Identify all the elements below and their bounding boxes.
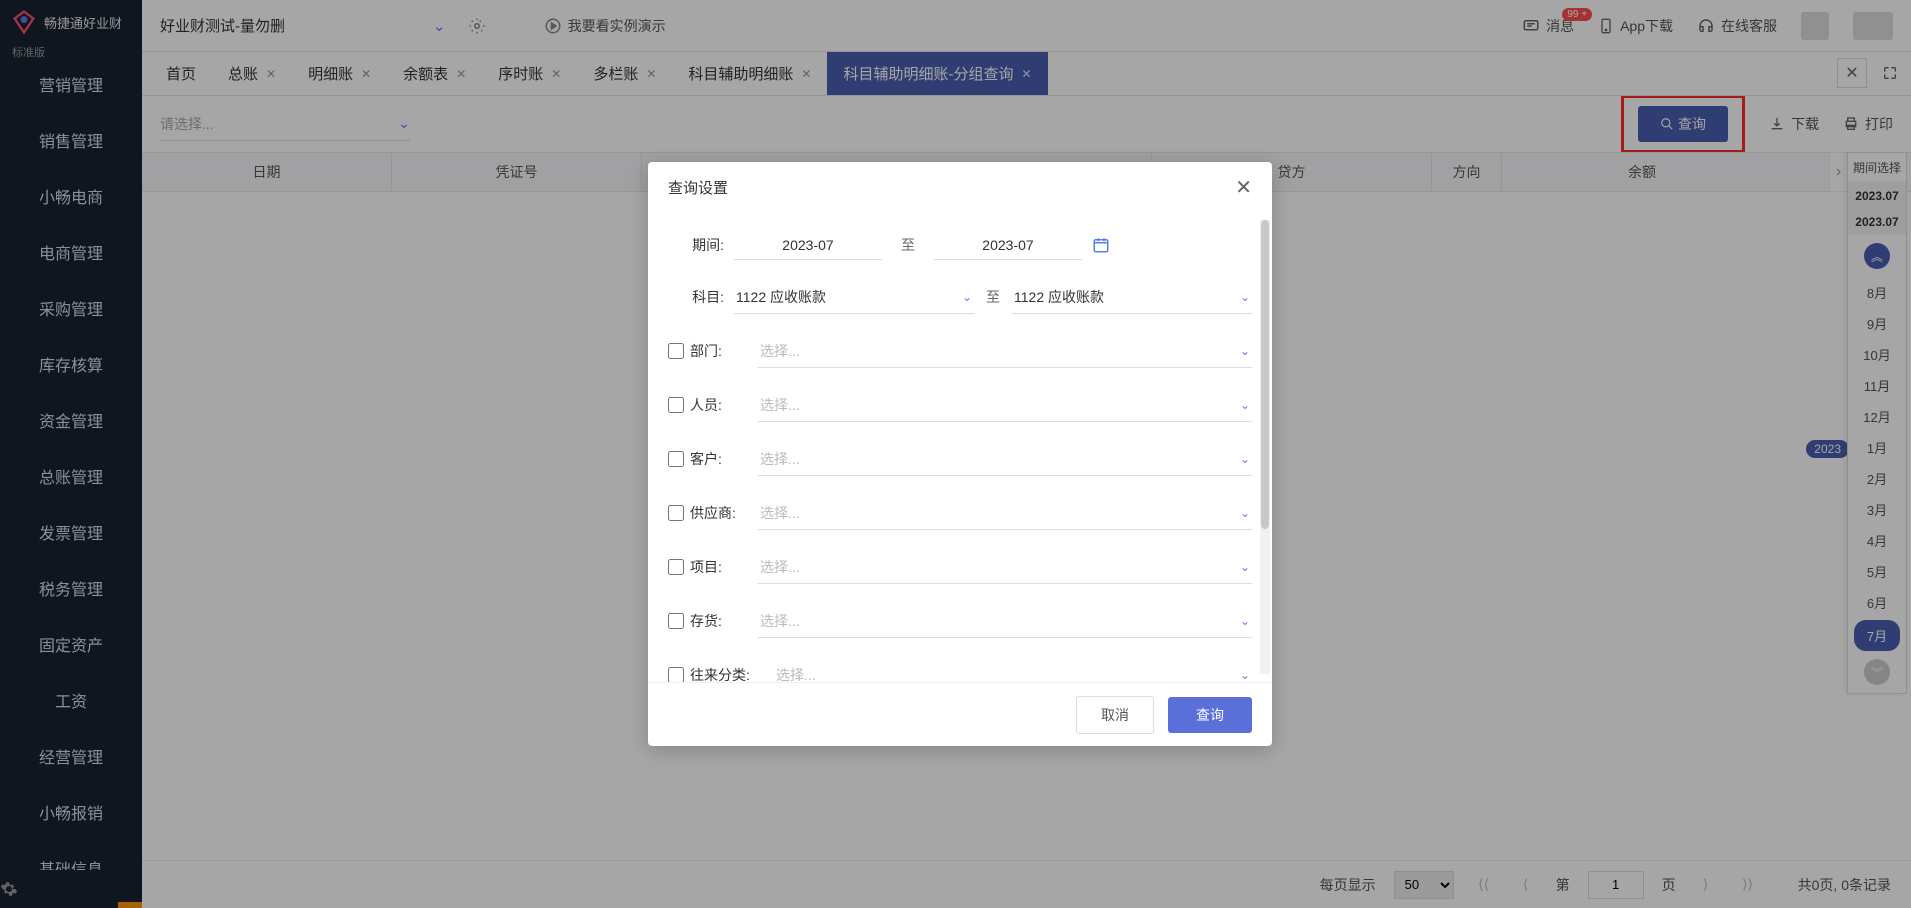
- staff-label[interactable]: 人员:: [668, 395, 748, 415]
- supplier-label[interactable]: 供应商:: [668, 503, 748, 523]
- chevron-down-icon: ⌄: [1240, 398, 1250, 412]
- supplier-select[interactable]: 选择...⌄: [758, 496, 1252, 530]
- filter-row-inventory: 存货: 选择...⌄: [668, 594, 1252, 648]
- chevron-down-icon: ⌄: [1240, 614, 1250, 628]
- subject-label: 科目:: [668, 287, 724, 307]
- subject-to-select[interactable]: 1122 应收账款 ⌄: [1012, 280, 1252, 314]
- modal-title: 查询设置: [668, 177, 728, 198]
- filter-row-department: 部门: 选择...⌄: [668, 324, 1252, 378]
- period-label: 期间:: [668, 235, 724, 255]
- inventory-checkbox[interactable]: [668, 613, 684, 629]
- staff-select[interactable]: 选择...⌄: [758, 388, 1252, 422]
- supplier-checkbox[interactable]: [668, 505, 684, 521]
- filter-row-supplier: 供应商: 选择...⌄: [668, 486, 1252, 540]
- dealings-checkbox[interactable]: [668, 667, 684, 682]
- chevron-down-icon: ⌄: [1240, 560, 1250, 574]
- query-settings-modal: 查询设置 ✕ 期间: 至 科目: 1122 应收账款 ⌄ 至 1122 应收账款…: [648, 162, 1272, 746]
- project-checkbox[interactable]: [668, 559, 684, 575]
- calendar-svg: [1092, 236, 1110, 254]
- scroll-thumb[interactable]: [1261, 220, 1269, 529]
- customer-label[interactable]: 客户:: [668, 449, 748, 469]
- confirm-button[interactable]: 查询: [1168, 697, 1252, 733]
- chevron-down-icon: ⌄: [1240, 668, 1250, 682]
- to-label: 至: [984, 287, 1002, 307]
- chevron-down-icon: ⌄: [962, 290, 972, 304]
- project-label[interactable]: 项目:: [668, 557, 748, 577]
- modal-header: 查询设置 ✕: [648, 162, 1272, 212]
- calendar-icon[interactable]: [1092, 236, 1110, 254]
- chevron-down-icon: ⌄: [1240, 290, 1250, 304]
- subject-from-select[interactable]: 1122 应收账款 ⌄: [734, 280, 974, 314]
- filter-row-project: 项目: 选择...⌄: [668, 540, 1252, 594]
- period-from-input[interactable]: [734, 230, 882, 260]
- customer-select[interactable]: 选择...⌄: [758, 442, 1252, 476]
- staff-checkbox[interactable]: [668, 397, 684, 413]
- modal-close-button[interactable]: ✕: [1235, 175, 1252, 200]
- to-label: 至: [892, 235, 924, 255]
- dealings-label[interactable]: 往来分类:: [668, 665, 764, 682]
- modal-footer: 取消 查询: [648, 682, 1272, 746]
- modal-scrollbar[interactable]: [1260, 220, 1270, 674]
- dealings-select[interactable]: 选择...⌄: [774, 658, 1252, 682]
- project-select[interactable]: 选择...⌄: [758, 550, 1252, 584]
- inventory-select[interactable]: 选择...⌄: [758, 604, 1252, 638]
- filter-row-dealings: 往来分类: 选择...⌄: [668, 648, 1252, 682]
- modal-body: 期间: 至 科目: 1122 应收账款 ⌄ 至 1122 应收账款 ⌄ 部门: …: [648, 212, 1272, 682]
- department-select[interactable]: 选择...⌄: [758, 334, 1252, 368]
- period-row: 期间: 至: [668, 220, 1252, 270]
- filter-row-staff: 人员: 选择...⌄: [668, 378, 1252, 432]
- chevron-down-icon: ⌄: [1240, 452, 1250, 466]
- subject-row: 科目: 1122 应收账款 ⌄ 至 1122 应收账款 ⌄: [668, 270, 1252, 324]
- department-checkbox[interactable]: [668, 343, 684, 359]
- chevron-down-icon: ⌄: [1240, 344, 1250, 358]
- filter-row-customer: 客户: 选择...⌄: [668, 432, 1252, 486]
- chevron-down-icon: ⌄: [1240, 506, 1250, 520]
- department-label[interactable]: 部门:: [668, 341, 748, 361]
- cancel-button[interactable]: 取消: [1076, 696, 1154, 734]
- period-to-input[interactable]: [934, 230, 1082, 260]
- customer-checkbox[interactable]: [668, 451, 684, 467]
- inventory-label[interactable]: 存货:: [668, 611, 748, 631]
